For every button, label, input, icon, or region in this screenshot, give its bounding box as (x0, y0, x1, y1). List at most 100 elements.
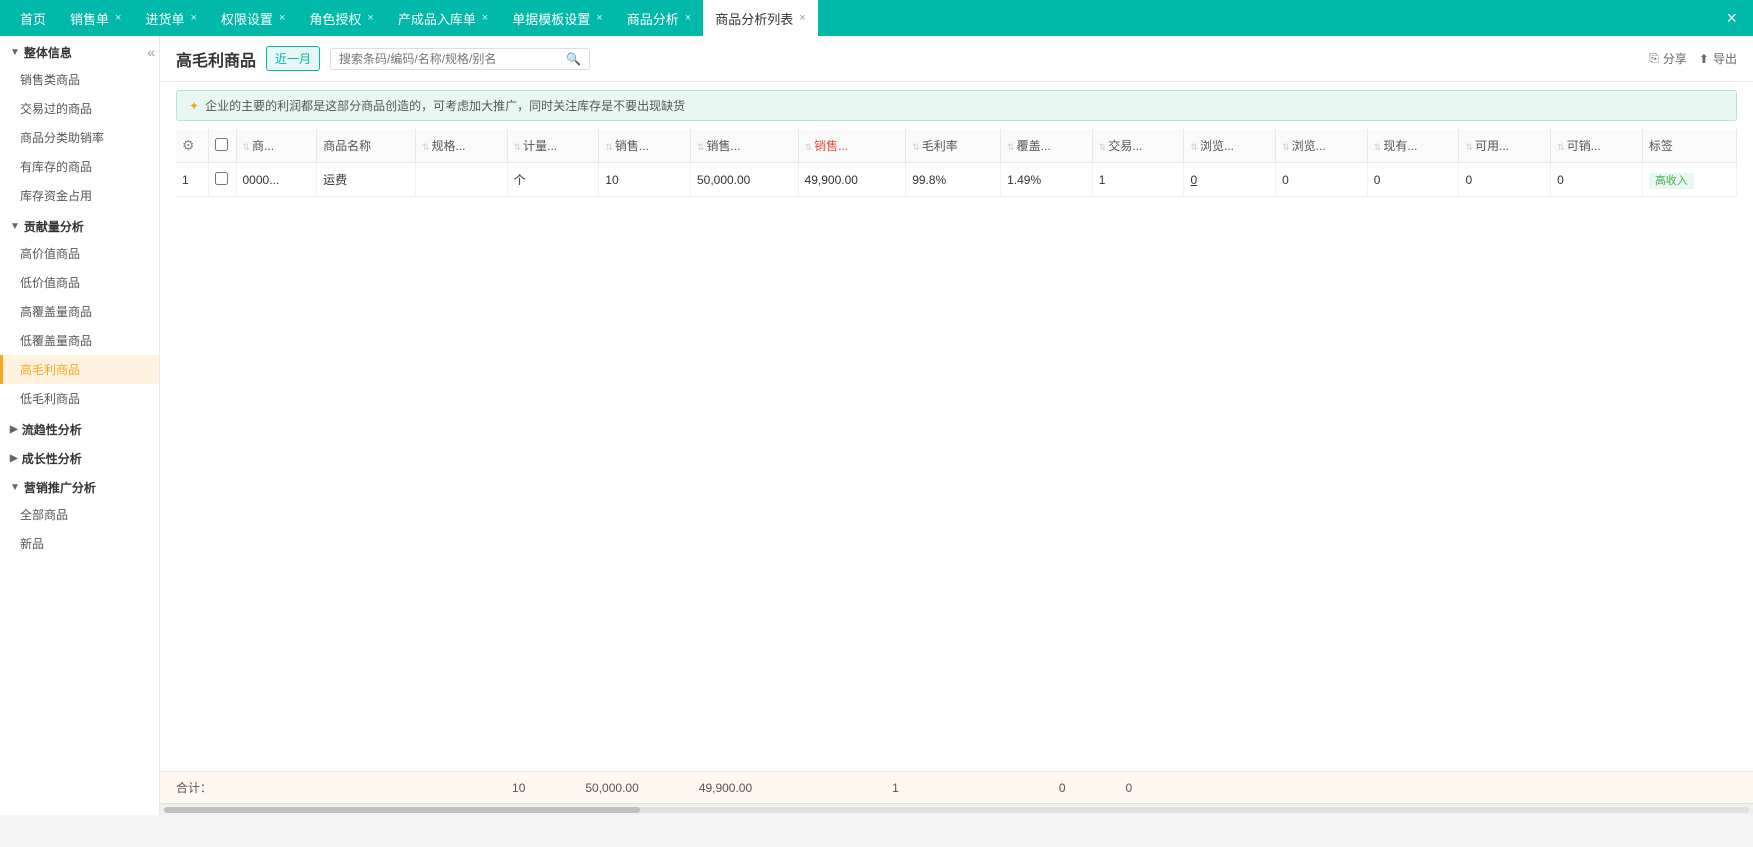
share-button[interactable]: ⎘ 分享 (1649, 50, 1687, 67)
sum-values: 10 50,000.00 49,900.00 1 0 0 (512, 781, 1132, 795)
sort-icon9: ⇅ (1099, 142, 1107, 152)
export-icon: ⬆ (1699, 52, 1709, 66)
sidebar-item-high-coverage[interactable]: 高覆盖量商品 (0, 297, 159, 326)
col-coverage[interactable]: ⇅覆盖... (1001, 129, 1093, 163)
sort-icon14: ⇅ (1557, 142, 1565, 152)
main-layout: « ▼ 整体信息 销售类商品 交易过的商品 商品分类助销率 有库存的商品 库存资… (0, 36, 1753, 815)
sum-sales-profit: 49,900.00 (699, 781, 752, 795)
select-all-checkbox[interactable] (215, 138, 228, 151)
close-role-auth[interactable]: × (367, 12, 373, 24)
col-current-stock[interactable]: ⇅现有... (1367, 129, 1459, 163)
col-gross-margin[interactable]: ⇅毛利率 (906, 129, 1001, 163)
close-template-settings[interactable]: × (596, 12, 602, 24)
sort-icon2: ⇅ (422, 142, 430, 152)
sidebar-item-low-coverage[interactable]: 低覆盖量商品 (0, 326, 159, 355)
sidebar-group-marketing[interactable]: ▼ 营销推广分析 (0, 471, 159, 500)
nav-template-settings[interactable]: 单据模板设置 × (500, 0, 614, 36)
nav-sales-order[interactable]: 销售单 × (58, 0, 133, 36)
col-view2[interactable]: ⇅浏览... (1276, 129, 1368, 163)
nav-home[interactable]: 首页 (8, 0, 58, 36)
sort-icon11: ⇅ (1282, 142, 1290, 152)
nav-product-analysis-list[interactable]: 商品分析列表 × (703, 0, 817, 36)
row-checkbox[interactable] (215, 172, 228, 185)
col-available-stock[interactable]: ⇅可用... (1459, 129, 1551, 163)
arrow-down-icon3: ▼ (10, 482, 20, 493)
horizontal-scrollbar[interactable] (160, 803, 1753, 815)
nav-product-analysis[interactable]: 商品分析 × (615, 0, 703, 36)
col-code[interactable]: ⇅商... (236, 129, 317, 163)
sidebar-item-stock-goods[interactable]: 有库存的商品 (0, 152, 159, 181)
nav-product-warehousing[interactable]: 产成品入库单 × (386, 0, 500, 36)
table-header-row: ⚙ ⇅商... 商品名称 ⇅规格... (176, 129, 1737, 163)
export-button[interactable]: ⬆ 导出 (1699, 50, 1737, 67)
sidebar: « ▼ 整体信息 销售类商品 交易过的商品 商品分类助销率 有库存的商品 库存资… (0, 36, 160, 815)
sort-icon10: ⇅ (1190, 142, 1198, 152)
close-purchase-order[interactable]: × (190, 12, 196, 24)
cell-view2: 0 (1276, 163, 1368, 197)
cell-view1[interactable]: 0 (1184, 163, 1276, 197)
sum-available-stock: 0 (1126, 781, 1133, 795)
col-sales-amount[interactable]: ⇅销售... (690, 129, 798, 163)
close-sales-order[interactable]: × (115, 12, 121, 24)
sort-icon3: ⇅ (514, 142, 522, 152)
col-transaction[interactable]: ⇅交易... (1092, 129, 1184, 163)
close-all-tabs[interactable]: × (1718, 8, 1745, 29)
info-icon: ✦ (189, 99, 199, 113)
sidebar-collapse-button[interactable]: « (147, 44, 155, 60)
scrollbar-thumb[interactable] (164, 807, 640, 813)
sort-icon12: ⇅ (1374, 142, 1382, 152)
close-product-analysis-list[interactable]: × (799, 12, 805, 24)
header-actions: ⎘ 分享 ⬆ 导出 (1649, 50, 1737, 67)
sidebar-group-contribution[interactable]: ▼ 贡献量分析 (0, 210, 159, 239)
sidebar-item-new-products[interactable]: 新品 (0, 529, 159, 558)
nav-permission-settings[interactable]: 权限设置 × (209, 0, 297, 36)
col-unit[interactable]: ⇅计量... (507, 129, 599, 163)
col-spec[interactable]: ⇅规格... (415, 129, 507, 163)
view1-link[interactable]: 0 (1190, 173, 1197, 187)
cell-available-stock: 0 (1459, 163, 1551, 197)
sidebar-item-category-rate[interactable]: 商品分类助销率 (0, 123, 159, 152)
close-permission-settings[interactable]: × (279, 12, 285, 24)
sidebar-item-all-goods[interactable]: 全部商品 (0, 500, 159, 529)
nav-role-auth[interactable]: 角色授权 × (297, 0, 385, 36)
sort-icon4: ⇅ (605, 142, 613, 152)
cell-index: 1 (176, 163, 208, 197)
nav-purchase-order[interactable]: 进货单 × (133, 0, 208, 36)
col-tag[interactable]: 标签 (1642, 129, 1736, 163)
time-filter-recent-month[interactable]: 近一月 (266, 46, 320, 71)
col-sales-profit[interactable]: ⇅销售... (798, 129, 906, 163)
col-sales-qty[interactable]: ⇅销售... (599, 129, 691, 163)
search-input[interactable] (339, 52, 566, 66)
sum-transaction: 1 (892, 781, 899, 795)
search-icon[interactable]: 🔍 (566, 52, 581, 66)
sidebar-group-growth[interactable]: ▶ 成长性分析 (0, 442, 159, 471)
sort-icon7: ⇅ (912, 142, 920, 152)
cell-current-stock: 0 (1367, 163, 1459, 197)
sidebar-group-overall[interactable]: ▼ 整体信息 (0, 36, 159, 65)
sidebar-item-low-margin[interactable]: 低毛利商品 (0, 384, 159, 413)
scrollbar-track[interactable] (164, 807, 1749, 813)
cell-name: 运费 (317, 163, 416, 197)
sidebar-item-high-value[interactable]: 高价值商品 (0, 239, 159, 268)
sidebar-item-low-value[interactable]: 低价值商品 (0, 268, 159, 297)
sidebar-item-traded-goods[interactable]: 交易过的商品 (0, 94, 159, 123)
settings-icon[interactable]: ⚙ (182, 137, 195, 153)
col-settings[interactable]: ⚙ (176, 129, 208, 163)
sidebar-group-trend[interactable]: ▶ 流趋性分析 (0, 413, 159, 442)
col-name[interactable]: 商品名称 (317, 129, 416, 163)
close-product-warehousing[interactable]: × (482, 12, 488, 24)
close-product-analysis[interactable]: × (685, 12, 691, 24)
col-saleable-stock[interactable]: ⇅可销... (1551, 129, 1643, 163)
top-navigation: 首页 销售单 × 进货单 × 权限设置 × 角色授权 × 产成品入库单 × 单据… (0, 0, 1753, 36)
page-title: 高毛利商品 (176, 47, 256, 71)
col-view1[interactable]: ⇅浏览... (1184, 129, 1276, 163)
content-header: 高毛利商品 近一月 🔍 ⎘ 分享 ⬆ 导出 (160, 36, 1753, 82)
cell-transaction: 1 (1092, 163, 1184, 197)
sidebar-item-high-margin[interactable]: 高毛利商品 (0, 355, 159, 384)
sidebar-item-sales-goods[interactable]: 销售类商品 (0, 65, 159, 94)
cell-spec (415, 163, 507, 197)
sum-label: 合计： (176, 779, 212, 796)
arrow-right-icon2: ▶ (10, 453, 18, 464)
cell-checkbox (208, 163, 236, 197)
sidebar-item-stock-capital[interactable]: 库存资金占用 (0, 181, 159, 210)
